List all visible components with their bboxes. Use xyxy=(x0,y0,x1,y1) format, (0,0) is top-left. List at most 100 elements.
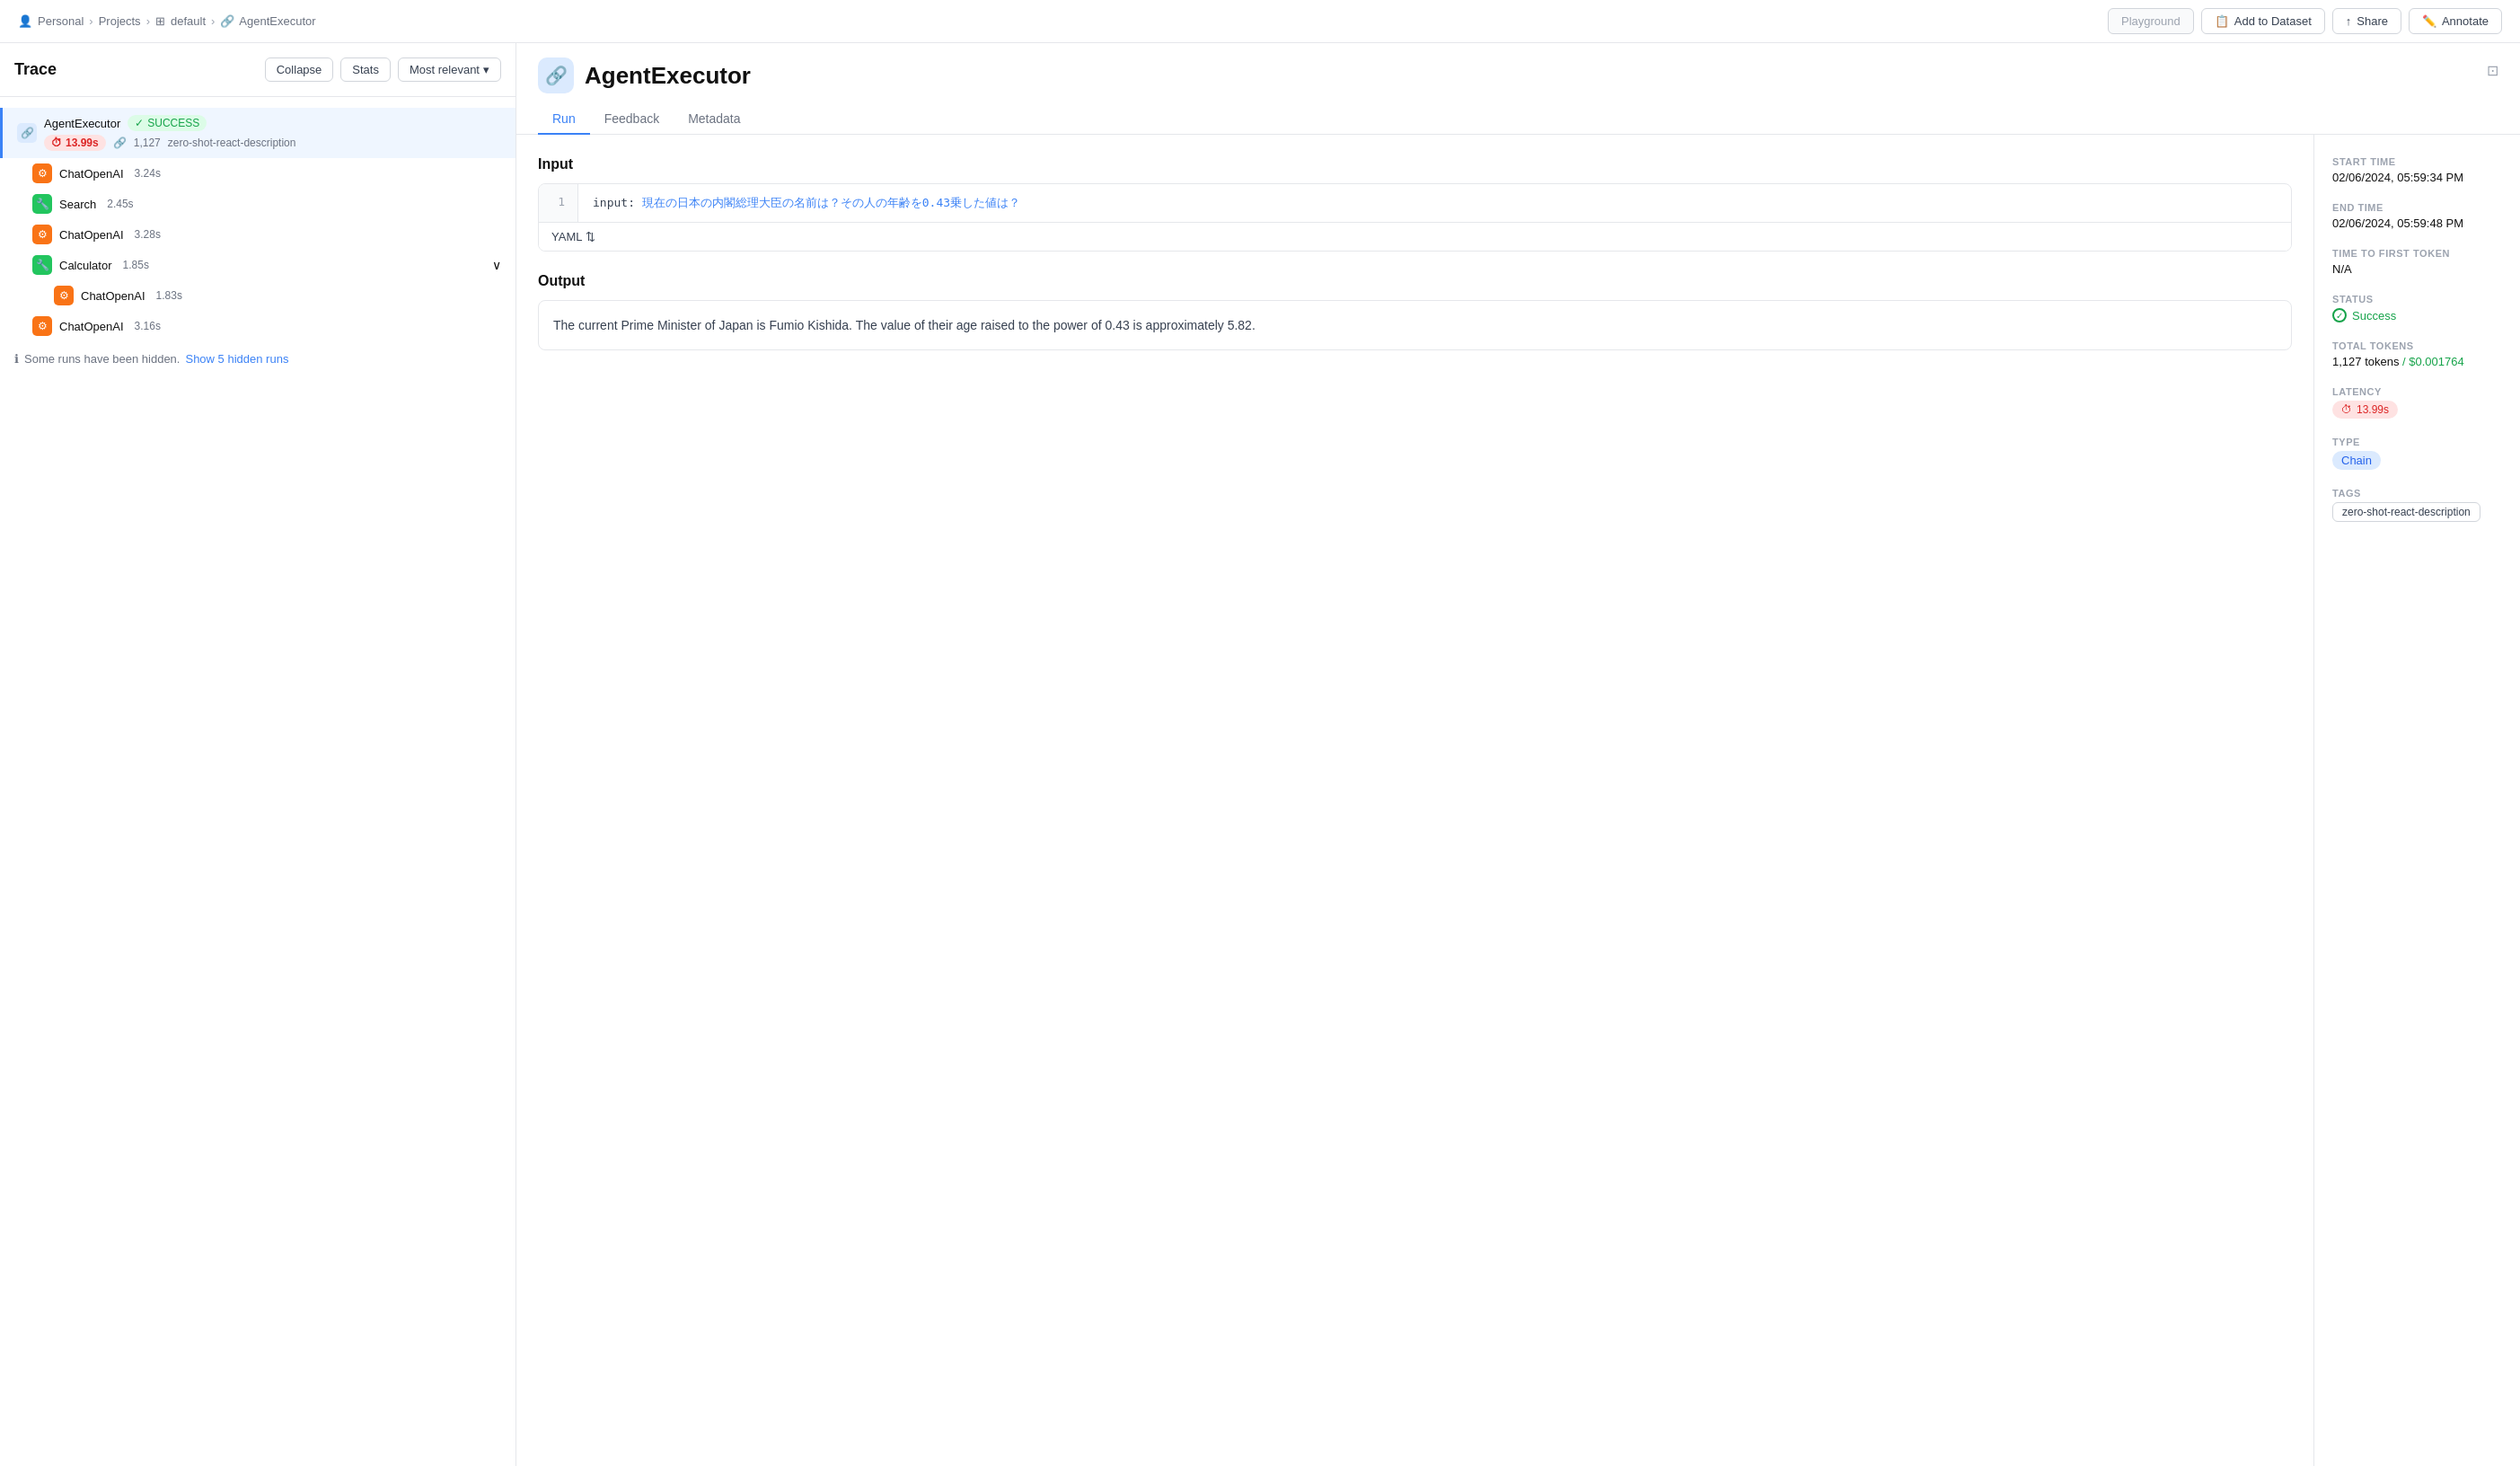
chatopenai-4-time: 3.16s xyxy=(135,320,161,332)
sort-button[interactable]: Most relevant ▾ xyxy=(398,57,501,82)
start-time-value: 02/06/2024, 05:59:34 PM xyxy=(2332,171,2502,184)
start-time-section: START TIME 02/06/2024, 05:59:34 PM xyxy=(2332,156,2502,184)
nav-actions: Playground 📋 Add to Dataset ↑ Share ✏️ A… xyxy=(2108,8,2502,34)
breadcrumb-projects[interactable]: Projects xyxy=(99,14,141,28)
breadcrumb-person-icon: 👤 xyxy=(18,14,32,28)
trace-item-chatopenai-3[interactable]: ⚙ ChatOpenAI 1.83s xyxy=(0,280,515,311)
breadcrumb-current: 🔗 AgentExecutor xyxy=(220,14,315,28)
trace-tree: 🔗 AgentExecutor ✓ SUCCESS ⏱ 13.99s xyxy=(0,97,515,1466)
chatopenai-3-time: 1.83s xyxy=(156,289,182,302)
agent-title: AgentExecutor xyxy=(585,62,751,90)
hidden-runs-text: Some runs have been hidden. xyxy=(24,352,180,366)
tab-feedback[interactable]: Feedback xyxy=(590,104,674,135)
share-icon: ↑ xyxy=(2346,14,2352,28)
status-badge: ✓ Success xyxy=(2332,308,2502,322)
calculator-label: Calculator xyxy=(59,259,112,272)
agent-icon: 🔗 xyxy=(538,57,574,93)
breadcrumb-personal[interactable]: Personal xyxy=(38,14,84,28)
total-tokens-label: TOTAL TOKENS xyxy=(2332,340,2502,351)
right-header: 🔗 AgentExecutor ⊡ Run Feedback Metadata xyxy=(516,43,2520,135)
playground-button[interactable]: Playground xyxy=(2108,8,2194,34)
tabs: Run Feedback Metadata xyxy=(538,104,2498,134)
success-badge: ✓ SUCCESS xyxy=(128,115,207,131)
token-cost-value: / $0.001764 xyxy=(2402,355,2464,368)
yaml-selector[interactable]: YAML ⇅ xyxy=(539,222,2291,251)
trace-item-search[interactable]: 🔧 Search 2.45s xyxy=(0,189,515,219)
tab-metadata[interactable]: Metadata xyxy=(674,104,754,135)
breadcrumb-sep3: › xyxy=(211,14,215,28)
right-header-expand: ⊡ xyxy=(2487,62,2498,90)
right-main: Input 1 input: 現在の日本の内閣総理大臣の名前は？その人の年齢を0… xyxy=(516,135,2313,1466)
latency-label: LATENCY xyxy=(2332,386,2502,397)
trace-header: Trace Collapse Stats Most relevant ▾ xyxy=(0,43,515,97)
expand-panel-icon[interactable]: ⊡ xyxy=(2487,62,2498,79)
trace-item-chatopenai-4[interactable]: ⚙ ChatOpenAI 3.16s xyxy=(0,311,515,341)
type-section: TYPE Chain xyxy=(2332,437,2502,470)
metadata-sidebar: START TIME 02/06/2024, 05:59:34 PM END T… xyxy=(2313,135,2520,1466)
chatopenai-1-label: ChatOpenAI xyxy=(59,167,124,181)
status-label: STATUS xyxy=(2332,294,2502,305)
input-key: input: xyxy=(593,196,642,209)
left-panel: Trace Collapse Stats Most relevant ▾ 🔗 A… xyxy=(0,43,516,1466)
add-to-dataset-button[interactable]: 📋 Add to Dataset xyxy=(2201,8,2325,34)
input-code-block: 1 input: 現在の日本の内閣総理大臣の名前は？その人の年齢を0.43乗した… xyxy=(538,183,2292,252)
agent-executor-icon: 🔗 xyxy=(17,123,37,143)
trace-root-item[interactable]: 🔗 AgentExecutor ✓ SUCCESS ⏱ 13.99s xyxy=(0,108,515,158)
breadcrumb: 👤 Personal › Projects › ⊞ default › 🔗 Ag… xyxy=(18,14,316,28)
calculator-icon: 🔧 xyxy=(32,255,52,275)
trace-actions: Collapse Stats Most relevant ▾ xyxy=(265,57,501,82)
latency-section: LATENCY ⏱ 13.99s xyxy=(2332,386,2502,419)
tags-section: TAGS zero-shot-react-description xyxy=(2332,488,2502,522)
time-to-first-token-value: N/A xyxy=(2332,262,2502,276)
right-panel: 🔗 AgentExecutor ⊡ Run Feedback Metadata … xyxy=(516,43,2520,1466)
share-button[interactable]: ↑ Share xyxy=(2332,8,2401,34)
trace-item-chatopenai-1[interactable]: ⚙ ChatOpenAI 3.24s xyxy=(0,158,515,189)
root-item-name: AgentExecutor xyxy=(44,117,120,130)
link-icon: 🔗 xyxy=(113,137,127,149)
search-time: 2.45s xyxy=(107,198,133,210)
total-tokens-section: TOTAL TOKENS 1,127 tokens / $0.001764 xyxy=(2332,340,2502,368)
input-section-title: Input xyxy=(538,156,2292,172)
latency-badge-root: ⏱ 13.99s xyxy=(44,135,106,151)
status-value: Success xyxy=(2352,309,2396,322)
check-icon: ✓ xyxy=(135,117,144,129)
stats-button[interactable]: Stats xyxy=(340,57,391,82)
chatopenai-4-label: ChatOpenAI xyxy=(59,320,124,333)
trace-item-chatopenai-2[interactable]: ⚙ ChatOpenAI 3.28s xyxy=(0,219,515,250)
breadcrumb-default[interactable]: default xyxy=(171,14,206,28)
output-section-title: Output xyxy=(538,273,2292,289)
end-time-section: END TIME 02/06/2024, 05:59:48 PM xyxy=(2332,202,2502,230)
calculator-time: 1.85s xyxy=(123,259,149,271)
breadcrumb-sep2: › xyxy=(146,14,150,28)
dataset-icon: 📋 xyxy=(2215,14,2229,28)
collapse-button[interactable]: Collapse xyxy=(265,57,334,82)
status-section: STATUS ✓ Success xyxy=(2332,294,2502,322)
input-value: 現在の日本の内閣総理大臣の名前は？その人の年齢を0.43乗した値は？ xyxy=(642,196,1020,209)
clock-icon-root: ⏱ xyxy=(51,137,62,149)
trace-title: Trace xyxy=(14,60,57,79)
root-item-meta: ⏱ 13.99s 🔗 1,127 zero-shot-react-descrip… xyxy=(44,135,501,151)
root-tag: zero-shot-react-description xyxy=(168,137,296,149)
yaml-label: YAML xyxy=(551,230,582,243)
total-tokens-value: 1,127 tokens / $0.001764 xyxy=(2332,355,2502,368)
chatopenai-4-icon: ⚙ xyxy=(32,316,52,336)
chatopenai-2-time: 3.28s xyxy=(135,228,161,241)
chatopenai-2-label: ChatOpenAI xyxy=(59,228,124,242)
tags-label: TAGS xyxy=(2332,488,2502,499)
latency-clock-icon: ⏱ xyxy=(2341,403,2352,416)
breadcrumb-grid-icon: ⊞ xyxy=(155,14,165,28)
search-tool-icon: 🔧 xyxy=(32,194,52,214)
yaml-chevron-icon: ⇅ xyxy=(586,230,595,243)
main-layout: Trace Collapse Stats Most relevant ▾ 🔗 A… xyxy=(0,43,2520,1466)
breadcrumb-sep1: › xyxy=(89,14,93,28)
expand-icon[interactable]: ∨ xyxy=(492,258,501,272)
trace-item-calculator[interactable]: 🔧 Calculator 1.85s ∨ xyxy=(0,250,515,280)
tab-run[interactable]: Run xyxy=(538,104,590,135)
show-hidden-runs-link[interactable]: Show 5 hidden runs xyxy=(185,352,288,366)
chatopenai-1-icon: ⚙ xyxy=(32,163,52,183)
right-content: Input 1 input: 現在の日本の内閣総理大臣の名前は？その人の年齢を0… xyxy=(516,135,2520,1466)
status-check-icon: ✓ xyxy=(2332,308,2347,322)
token-count: 1,127 xyxy=(134,137,161,149)
annotate-button[interactable]: ✏️ Annotate xyxy=(2409,8,2502,34)
end-time-label: END TIME xyxy=(2332,202,2502,213)
